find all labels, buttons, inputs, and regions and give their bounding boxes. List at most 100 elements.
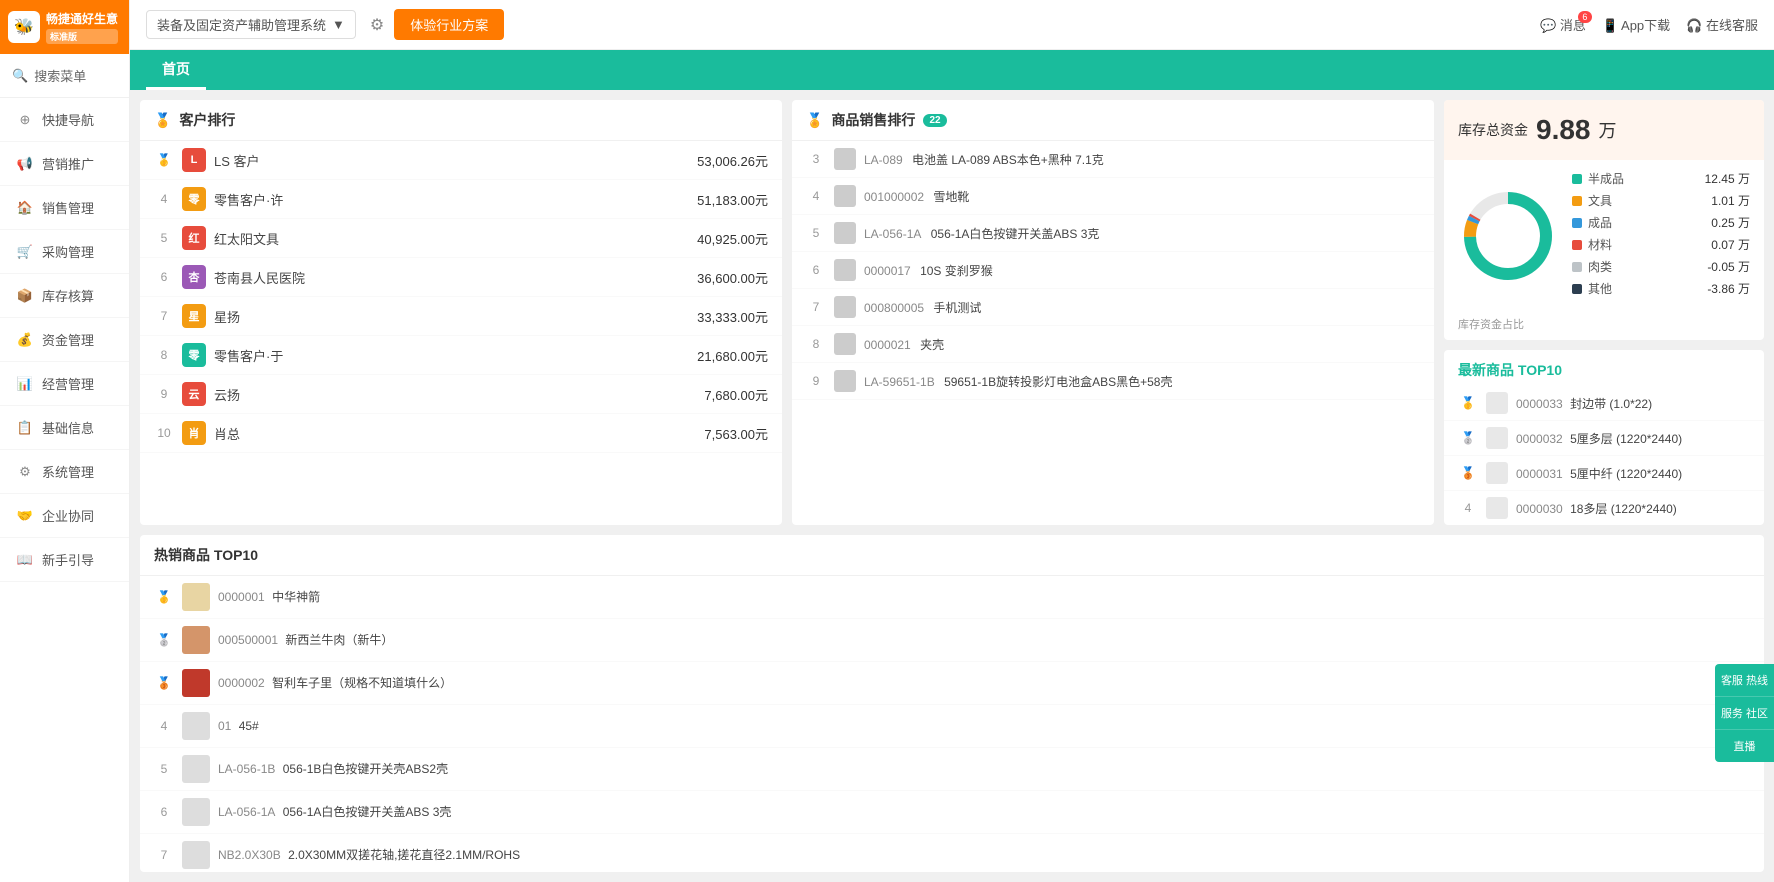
legend-item: 半成品 12.45 万 (1572, 170, 1750, 187)
product-code: 001000002 (864, 190, 924, 204)
system-selector[interactable]: 装备及固定资产辅助管理系统 ▼ (146, 10, 356, 39)
sidebar-item-cooperation[interactable]: 🤝 企业协同 (0, 494, 129, 538)
customer-service[interactable]: 🎧 在线客服 (1686, 15, 1758, 34)
sidebar-search[interactable]: 🔍 搜索菜单 (0, 54, 129, 98)
sidebar-logo: 🐝 畅捷通好生意 标准版 (0, 0, 129, 54)
legend-dot (1572, 196, 1582, 206)
newest-row: 🥇 0000033 封边带 (1.0*22) (1444, 386, 1764, 421)
newest-thumb (1486, 392, 1508, 414)
customer-ranking-panel: 🏅 客户排行 🥇 L LS 客户 53,006.26元 4 零 零售客户·许 (140, 100, 782, 525)
hot-product-code: 0000001 (218, 590, 265, 604)
sidebar-item-purchase[interactable]: 🛒 采购管理 (0, 230, 129, 274)
legend-item: 成品 0.25 万 (1572, 214, 1750, 231)
hot-product-thumb (182, 798, 210, 826)
headset-icon: 🎧 (1686, 18, 1702, 33)
chart-area: 半成品 12.45 万 文具 1.01 万 成品 0 (1444, 160, 1764, 312)
legend-dot (1572, 174, 1582, 184)
hot-rank-num: 🥉 (154, 676, 174, 690)
hot-rank-num: 7 (154, 848, 174, 862)
newest-products-panel: 最新商品 TOP10 🥇 0000033 封边带 (1.0*22) (1444, 350, 1764, 525)
rank-name-1: LS 客户 (214, 151, 689, 170)
newest-name: 5厘中纤 (1220*2440) (1570, 467, 1682, 481)
all-content: 🏅 客户排行 🥇 L LS 客户 53,006.26元 4 零 零售客户·许 (130, 90, 1774, 882)
product-info: LA-089 电池盖 LA-089 ABS本色+黑种 7.1克 (864, 151, 1420, 168)
rank-name-6: 零售客户·于 (214, 346, 689, 365)
float-btn-label: 直播 (1733, 741, 1755, 753)
rank-amount-7: 7,680.00元 (704, 385, 768, 404)
product-sales-title: 商品销售排行 (831, 110, 915, 130)
sidebar-item-operation[interactable]: 📊 经营管理 (0, 362, 129, 406)
system-name: 装备及固定资产辅助管理系统 (157, 15, 326, 34)
logo-badge: 标准版 (46, 29, 118, 44)
rank-num-3: 5 (154, 231, 174, 245)
hot-products-list: 🥇 0000001 中华神箭 🥈 000500001 新西兰牛肉（新牛） (140, 576, 1764, 872)
legend-value: -3.86 万 (1707, 280, 1750, 297)
float-btn-direct[interactable]: 直播 (1715, 730, 1774, 762)
product-name: 手机测试 (933, 301, 981, 315)
tab-home[interactable]: 首页 (146, 51, 206, 90)
newest-row: 🥈 0000032 5厘多层 (1220*2440) (1444, 421, 1764, 456)
newest-badge: TOP10 (1518, 362, 1562, 378)
newest-thumb (1486, 462, 1508, 484)
inventory-total: 库存总资金 9.88 万 (1444, 100, 1764, 160)
sidebar-item-basic[interactable]: 📋 基础信息 (0, 406, 129, 450)
product-info: LA-59651-1B 59651-1B旋转投影灯电池盒ABS黑色+58壳 (864, 373, 1420, 390)
float-btn-label: 客服 热线 (1721, 675, 1768, 687)
inventory-unit: 万 (1599, 117, 1617, 143)
rank-num: 3 (806, 152, 826, 166)
newest-num: 🥉 (1458, 466, 1478, 480)
float-btn-customer-service[interactable]: 客服 热线 (1715, 664, 1774, 697)
tab-bar: 首页 (130, 50, 1774, 90)
product-info: 000800005 手机测试 (864, 299, 1420, 316)
newest-name: 5厘多层 (1220*2440) (1570, 432, 1682, 446)
hot-product-name: 056-1A白色按键开关盖ABS 3壳 (283, 805, 452, 819)
sidebar-item-sales[interactable]: 🏠 销售管理 (0, 186, 129, 230)
hot-product-info: LA-056-1B 056-1B白色按键开关壳ABS2壳 (218, 760, 1750, 777)
newest-title: 最新商品 (1458, 362, 1514, 378)
customer-ranking-header: 🏅 客户排行 (140, 100, 782, 141)
sidebar-item-label: 系统管理 (42, 462, 94, 481)
purchase-icon: 🛒 (16, 243, 34, 261)
sidebar-item-marketing[interactable]: 📢 营销推广 (0, 142, 129, 186)
product-code: LA-056-1A (864, 227, 921, 241)
gear-icon[interactable]: ⚙ (370, 15, 384, 35)
rank-amount-5: 33,333.00元 (697, 307, 768, 326)
legend-label: 半成品 (1588, 170, 1699, 187)
sidebar-item-finance[interactable]: 💰 资金管理 (0, 318, 129, 362)
header-right: 💬 消息 6 📱 App下载 🎧 在线客服 (1540, 15, 1758, 34)
hot-product-info: 000500001 新西兰牛肉（新牛） (218, 631, 1750, 648)
sidebar-item-shortcut[interactable]: ⊕ 快捷导航 (0, 98, 129, 142)
hot-product-code: NB2.0X30B (218, 848, 281, 862)
newest-row: 🥉 0000031 5厘中纤 (1220*2440) (1444, 456, 1764, 491)
rank-row: 5 红 红太阳文具 40,925.00元 (140, 219, 782, 258)
rank-name-5: 星扬 (214, 307, 689, 326)
product-code: 0000021 (864, 338, 911, 352)
product-name: 电池盖 LA-089 ABS本色+黑种 7.1克 (912, 153, 1104, 167)
sidebar-item-system[interactable]: ⚙ 系统管理 (0, 450, 129, 494)
search-menu-button[interactable]: 🔍 搜索菜单 (8, 62, 121, 89)
app-download[interactable]: 📱 App下载 (1602, 15, 1670, 34)
float-btn-service-community[interactable]: 服务 社区 (1715, 697, 1774, 730)
hot-products-header: 热销商品 TOP10 (140, 535, 1764, 576)
sidebar-item-label: 经营管理 (42, 374, 94, 393)
rank-name-8: 肖总 (214, 424, 696, 443)
inventory-panel: 库存总资金 9.88 万 (1444, 100, 1764, 340)
hot-product-info: 0000002 智利车子里（规格不知道填什么） (218, 674, 1750, 691)
legend-dot (1572, 284, 1582, 294)
rank-avatar-2: 零 (182, 187, 206, 211)
product-rank-row: 9 LA-59651-1B 59651-1B旋转投影灯电池盒ABS黑色+58壳 (792, 363, 1434, 400)
hot-product-info: 0000001 中华神箭 (218, 588, 1750, 605)
product-rank-list: 3 LA-089 电池盖 LA-089 ABS本色+黑种 7.1克 4 0010… (792, 141, 1434, 525)
hot-product-thumb (182, 755, 210, 783)
hot-product-code: LA-056-1B (218, 762, 275, 776)
product-info: 001000002 雪地靴 (864, 188, 1420, 205)
hot-product-thumb (182, 841, 210, 869)
sidebar-item-guide[interactable]: 📖 新手引导 (0, 538, 129, 582)
product-code: 000800005 (864, 301, 924, 315)
product-rank-row: 4 001000002 雪地靴 (792, 178, 1434, 215)
legend-dot (1572, 262, 1582, 272)
sidebar-item-inventory[interactable]: 📦 库存核算 (0, 274, 129, 318)
trial-button[interactable]: 体验行业方案 (394, 9, 504, 40)
message-badge[interactable]: 💬 消息 6 (1540, 15, 1586, 34)
rank-amount-3: 40,925.00元 (697, 229, 768, 248)
